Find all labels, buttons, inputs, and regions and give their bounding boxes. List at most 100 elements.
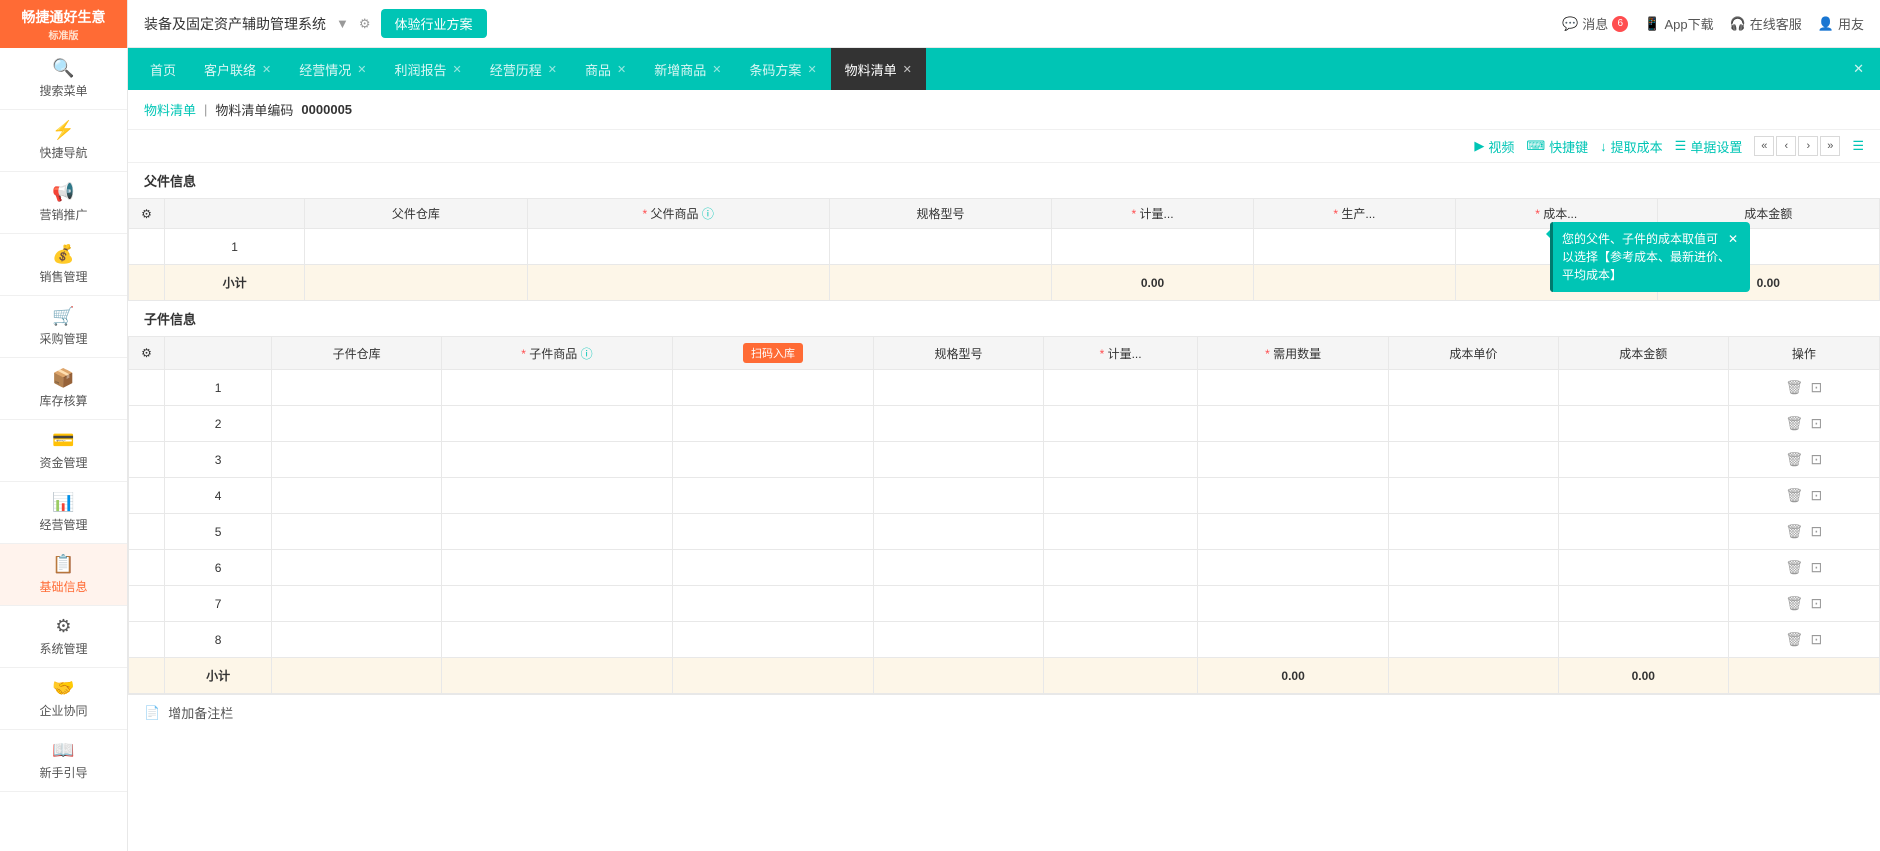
message-icon: 💬 bbox=[1562, 16, 1578, 32]
sidebar-item-basic-info[interactable]: 📋基础信息 bbox=[0, 544, 127, 606]
delete-icon[interactable]: 🗑 bbox=[1785, 379, 1803, 395]
topbar: 装备及固定资产辅助管理系统 ▼ ⚙ 体验行业方案 💬 消息 6 📱 App下载 … bbox=[128, 0, 1880, 48]
sidebar-item-guide[interactable]: 📖新手引导 bbox=[0, 730, 127, 792]
copy-icon[interactable]: ⊡ bbox=[1811, 379, 1823, 395]
tab-close-goods[interactable]: ✕ bbox=[617, 63, 626, 76]
copy-icon[interactable]: ⊡ bbox=[1811, 523, 1823, 539]
tab-close-new_goods[interactable]: ✕ bbox=[712, 63, 721, 76]
table-row: 6 🗑 ⊡ bbox=[129, 550, 1880, 586]
sidebar-label-operations: 经营管理 bbox=[39, 516, 87, 533]
online-service-button[interactable]: 🎧 在线客服 bbox=[1730, 14, 1802, 33]
close-all-tabs[interactable]: ✕ bbox=[1845, 61, 1872, 77]
phone-icon: 📱 bbox=[1644, 16, 1660, 32]
first-page-button[interactable]: « bbox=[1754, 136, 1774, 156]
tab-close-bom[interactable]: ✕ bbox=[903, 63, 912, 76]
cost-button[interactable]: ↓ 提取成本 bbox=[1600, 137, 1663, 156]
headset-icon: 🎧 bbox=[1730, 16, 1746, 32]
app-download-button[interactable]: 📱 App下载 bbox=[1644, 14, 1713, 33]
sidebar-item-inventory[interactable]: 📦 库存核算 bbox=[0, 358, 127, 420]
sidebar-label-inventory: 库存核算 bbox=[39, 392, 87, 409]
sidebar-label-purchase: 采购管理 bbox=[39, 330, 87, 347]
tab-history[interactable]: 经营历程✕ bbox=[476, 48, 571, 90]
tab-new_goods[interactable]: 新增商品 ✕ bbox=[640, 48, 735, 90]
parent-col-settings[interactable]: ⚙ bbox=[129, 199, 165, 229]
tab-customers[interactable]: 客户联络✕ bbox=[190, 48, 285, 90]
marketing-icon: 📢 bbox=[52, 182, 74, 203]
list-icon: ☰ bbox=[1852, 138, 1864, 154]
settings-button[interactable]: ☰ 单据设置 bbox=[1675, 137, 1743, 156]
child-col-settings[interactable]: ⚙ bbox=[129, 337, 165, 370]
copy-icon[interactable]: ⊡ bbox=[1811, 415, 1823, 431]
child-col-product: * 子件商品 ⓘ bbox=[442, 337, 673, 370]
page-navigation: « ‹ › » bbox=[1754, 136, 1840, 156]
child-col-qty: * 需用数量 bbox=[1198, 337, 1389, 370]
tab-bom[interactable]: 物料清单✕ bbox=[831, 48, 926, 90]
enterprise-icon: 🤝 bbox=[52, 678, 74, 699]
view-button[interactable]: ▶ 视频 bbox=[1474, 137, 1514, 156]
sidebar-label-marketing: 营销推广 bbox=[39, 206, 87, 223]
inventory-icon: 📦 bbox=[52, 368, 74, 389]
sidebar-item-enterprise[interactable]: 🤝企业协同 bbox=[0, 668, 127, 730]
delete-icon[interactable]: 🗑 bbox=[1785, 415, 1803, 431]
sidebar-item-quick-nav[interactable]: ⚡快捷导航 bbox=[0, 110, 127, 172]
table-row: 4 🗑 ⊡ bbox=[129, 478, 1880, 514]
sidebar-item-sales[interactable]: 💰销售管理 bbox=[0, 234, 127, 296]
delete-icon[interactable]: 🗑 bbox=[1785, 451, 1803, 467]
tab-barcode[interactable]: 条码方案✕ bbox=[735, 48, 830, 90]
parent-section-title: 父件信息 bbox=[128, 163, 1880, 198]
child-subtotal-qty: 0.00 bbox=[1198, 658, 1389, 694]
tab-close-history[interactable]: ✕ bbox=[548, 63, 557, 76]
tab-profit[interactable]: 利润报告 ✕ bbox=[380, 48, 475, 90]
tab-goods[interactable]: 商品✕ bbox=[571, 48, 640, 90]
user-icon: 👤 bbox=[1818, 16, 1834, 32]
sidebar-label-finance: 资金管理 bbox=[39, 454, 87, 471]
user-menu[interactable]: 👤 用友 bbox=[1818, 14, 1864, 33]
table-row: 3 🗑 ⊡ bbox=[129, 442, 1880, 478]
sales-icon: 💰 bbox=[52, 244, 74, 265]
delete-icon[interactable]: 🗑 bbox=[1785, 487, 1803, 503]
copy-icon[interactable]: ⊡ bbox=[1811, 631, 1823, 647]
copy-icon[interactable]: ⊡ bbox=[1811, 451, 1823, 467]
breadcrumb-link[interactable]: 物料清单 bbox=[144, 100, 196, 119]
sidebar-item-marketing[interactable]: 📢 营销推广 bbox=[0, 172, 127, 234]
tab-label-new_goods: 新增商品 bbox=[654, 60, 706, 79]
experience-button[interactable]: 体验行业方案 bbox=[381, 9, 487, 38]
settings-icon[interactable]: ⚙ bbox=[359, 16, 371, 32]
message-button[interactable]: 💬 消息 6 bbox=[1562, 14, 1628, 33]
delete-icon[interactable]: 🗑 bbox=[1785, 523, 1803, 539]
delete-icon[interactable]: 🗑 bbox=[1785, 559, 1803, 575]
table-row: 2 🗑 ⊡ bbox=[129, 406, 1880, 442]
shortcut-button[interactable]: ⌨ 快捷键 bbox=[1526, 137, 1588, 156]
list-view-button[interactable]: ☰ bbox=[1852, 138, 1864, 154]
prev-page-button[interactable]: ‹ bbox=[1776, 136, 1796, 156]
scan-input-button[interactable]: 扫码入库 bbox=[743, 343, 803, 363]
sidebar-item-operations[interactable]: 📊经营管理 bbox=[0, 482, 127, 544]
tab-home[interactable]: 首页 bbox=[136, 48, 190, 90]
sidebar-label-basic-info: 基础信息 bbox=[39, 578, 87, 595]
next-page-button[interactable]: › bbox=[1798, 136, 1818, 156]
sidebar-item-finance[interactable]: 💳资金管理 bbox=[0, 420, 127, 482]
doc-settings-icon: ☰ bbox=[1675, 138, 1687, 154]
sidebar-item-search[interactable]: 🔍搜索菜单 bbox=[0, 48, 127, 110]
tab-label-profit: 利润报告 bbox=[394, 60, 446, 79]
cost-tooltip: ✕ 您的父件、子件的成本取值可以选择【参考成本、最新进价、平均成本】 bbox=[1550, 222, 1750, 292]
sidebar-label-search: 搜索菜单 bbox=[39, 82, 87, 99]
last-page-button[interactable]: » bbox=[1820, 136, 1840, 156]
tab-close-profit[interactable]: ✕ bbox=[453, 63, 462, 76]
delete-icon[interactable]: 🗑 bbox=[1785, 595, 1803, 611]
add-note-label[interactable]: 增加备注栏 bbox=[168, 703, 233, 722]
sidebar-item-purchase[interactable]: 🛒采购管理 bbox=[0, 296, 127, 358]
nav-tabs: 首页客户联络✕经营情况✕利润报告✕经营历程✕商品✕新增商品✕条码方案✕物料清单✕… bbox=[128, 48, 1880, 90]
tab-close-barcode[interactable]: ✕ bbox=[807, 63, 816, 76]
tab-business[interactable]: 经营情况✕ bbox=[285, 48, 380, 90]
child-col-unit: * 计量... bbox=[1043, 337, 1197, 370]
tooltip-close-icon[interactable]: ✕ bbox=[1728, 230, 1738, 248]
sidebar-item-system[interactable]: ⚙系统管理 bbox=[0, 606, 127, 668]
sidebar-label-system: 系统管理 bbox=[39, 640, 87, 657]
tab-close-customers[interactable]: ✕ bbox=[262, 63, 271, 76]
copy-icon[interactable]: ⊡ bbox=[1811, 559, 1823, 575]
copy-icon[interactable]: ⊡ bbox=[1811, 595, 1823, 611]
delete-icon[interactable]: 🗑 bbox=[1785, 631, 1803, 647]
copy-icon[interactable]: ⊡ bbox=[1811, 487, 1823, 503]
tab-close-business[interactable]: ✕ bbox=[357, 63, 366, 76]
